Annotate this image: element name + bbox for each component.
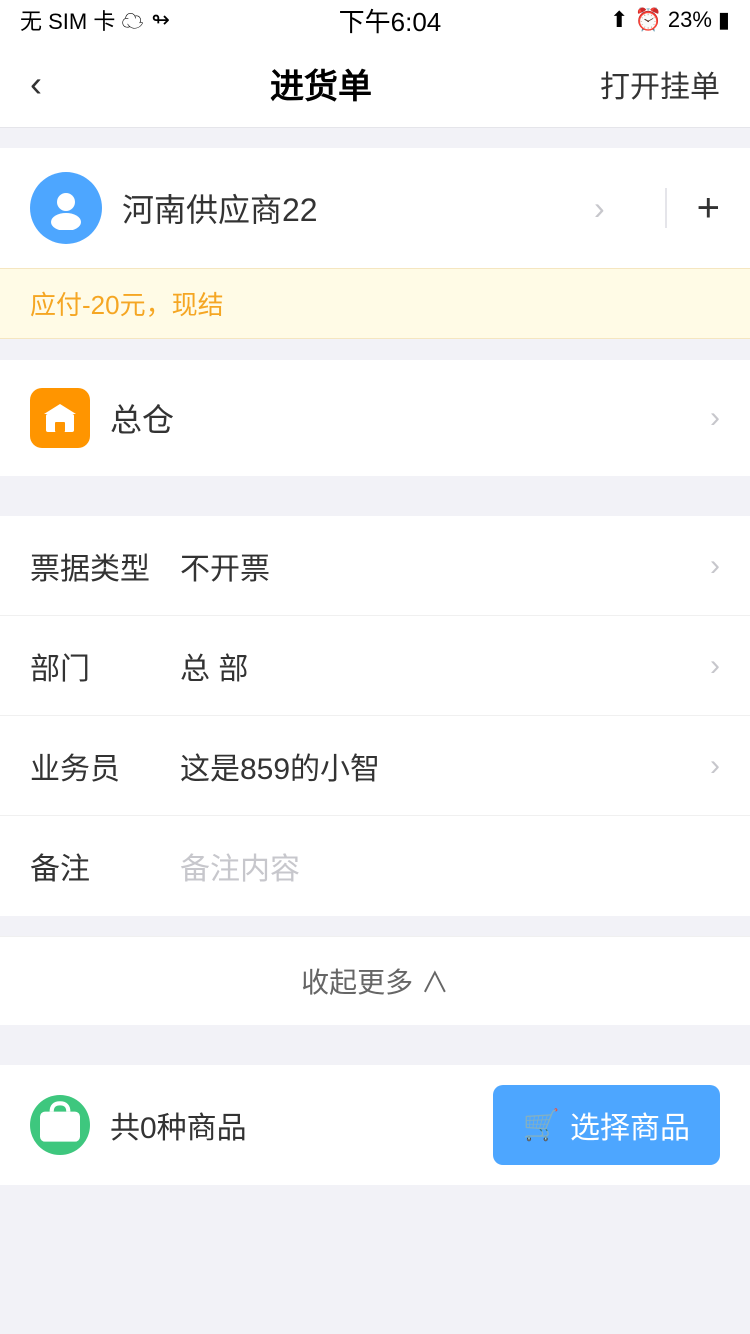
invoice-type-row[interactable]: 票据类型 不开票 ›: [0, 516, 750, 616]
warehouse-icon: [30, 388, 90, 448]
department-label: 部门: [30, 644, 160, 688]
remark-row[interactable]: 备注 备注内容: [0, 816, 750, 916]
warehouse-name: 总仓: [110, 395, 710, 441]
divider: [665, 188, 667, 228]
gap-1: [0, 128, 750, 148]
user-icon: [44, 186, 88, 230]
warehouse-svg-icon: [42, 400, 78, 436]
gap-4: [0, 1025, 750, 1045]
status-time: 下午6:04: [339, 2, 442, 39]
open-pending-button[interactable]: 打开挂单: [600, 62, 720, 106]
alarm-icon: ⏰: [634, 7, 661, 33]
invoice-type-value: 不开票: [160, 544, 710, 588]
back-button[interactable]: ‹: [30, 63, 42, 105]
battery-text: 23%: [668, 7, 712, 33]
battery-icon: ▮: [718, 7, 730, 33]
add-supplier-button[interactable]: +: [697, 188, 720, 228]
nav-bar: ‹ 进货单 打开挂单: [0, 40, 750, 128]
gap-3: [0, 476, 750, 496]
location-icon: ⬆: [610, 7, 628, 33]
product-count: 共0种商品: [110, 1103, 493, 1147]
collapse-label: 收起更多 ∧: [301, 961, 449, 1001]
status-right: ⬆ ⏰ 23% ▮: [610, 7, 730, 33]
warehouse-section: 总仓 ›: [0, 359, 750, 476]
salesperson-chevron-icon: ›: [710, 749, 720, 783]
status-left: 无 SIM 卡 ☁ ↬: [20, 4, 170, 36]
salesperson-row[interactable]: 业务员 这是859的小智 ›: [0, 716, 750, 816]
notice-bar: 应付-20元，现结: [0, 268, 750, 339]
product-icon: [30, 1095, 90, 1155]
bottom-bar: 共0种商品 🛒 选择商品: [0, 1065, 750, 1185]
department-value: 总 部: [160, 644, 710, 688]
select-product-label: 选择商品: [570, 1103, 690, 1147]
supplier-section: 河南供应商22 › + 应付-20元，现结: [0, 148, 750, 339]
remark-label: 备注: [30, 844, 160, 888]
gap-2: [0, 339, 750, 359]
invoice-type-label: 票据类型: [30, 544, 160, 588]
invoice-type-chevron-icon: ›: [710, 549, 720, 583]
select-product-icon: 🛒: [523, 1108, 560, 1143]
salesperson-value: 这是859的小智: [160, 744, 710, 788]
select-product-button[interactable]: 🛒 选择商品: [493, 1085, 720, 1165]
cart-icon: [30, 1095, 90, 1155]
status-bar: 无 SIM 卡 ☁ ↬ 下午6:04 ⬆ ⏰ 23% ▮: [0, 0, 750, 40]
department-row[interactable]: 部门 总 部 ›: [0, 616, 750, 716]
wifi-icon: ↬: [151, 7, 169, 33]
warehouse-chevron-icon: ›: [710, 401, 720, 435]
page-title: 进货单: [270, 59, 372, 108]
form-section: 票据类型 不开票 › 部门 总 部 › 业务员 这是859的小智 › 备注 备注…: [0, 516, 750, 916]
supplier-avatar: [30, 172, 102, 244]
warehouse-row[interactable]: 总仓 ›: [0, 359, 750, 476]
remark-input[interactable]: 备注内容: [160, 844, 720, 888]
supplier-row[interactable]: 河南供应商22 › +: [0, 148, 750, 268]
salesperson-label: 业务员: [30, 744, 160, 788]
supplier-name: 河南供应商22: [122, 185, 594, 231]
department-chevron-icon: ›: [710, 649, 720, 683]
collapse-row[interactable]: 收起更多 ∧: [0, 936, 750, 1025]
supplier-chevron-icon: ›: [594, 190, 605, 227]
signal-text: 无 SIM 卡 ☁: [20, 4, 143, 36]
